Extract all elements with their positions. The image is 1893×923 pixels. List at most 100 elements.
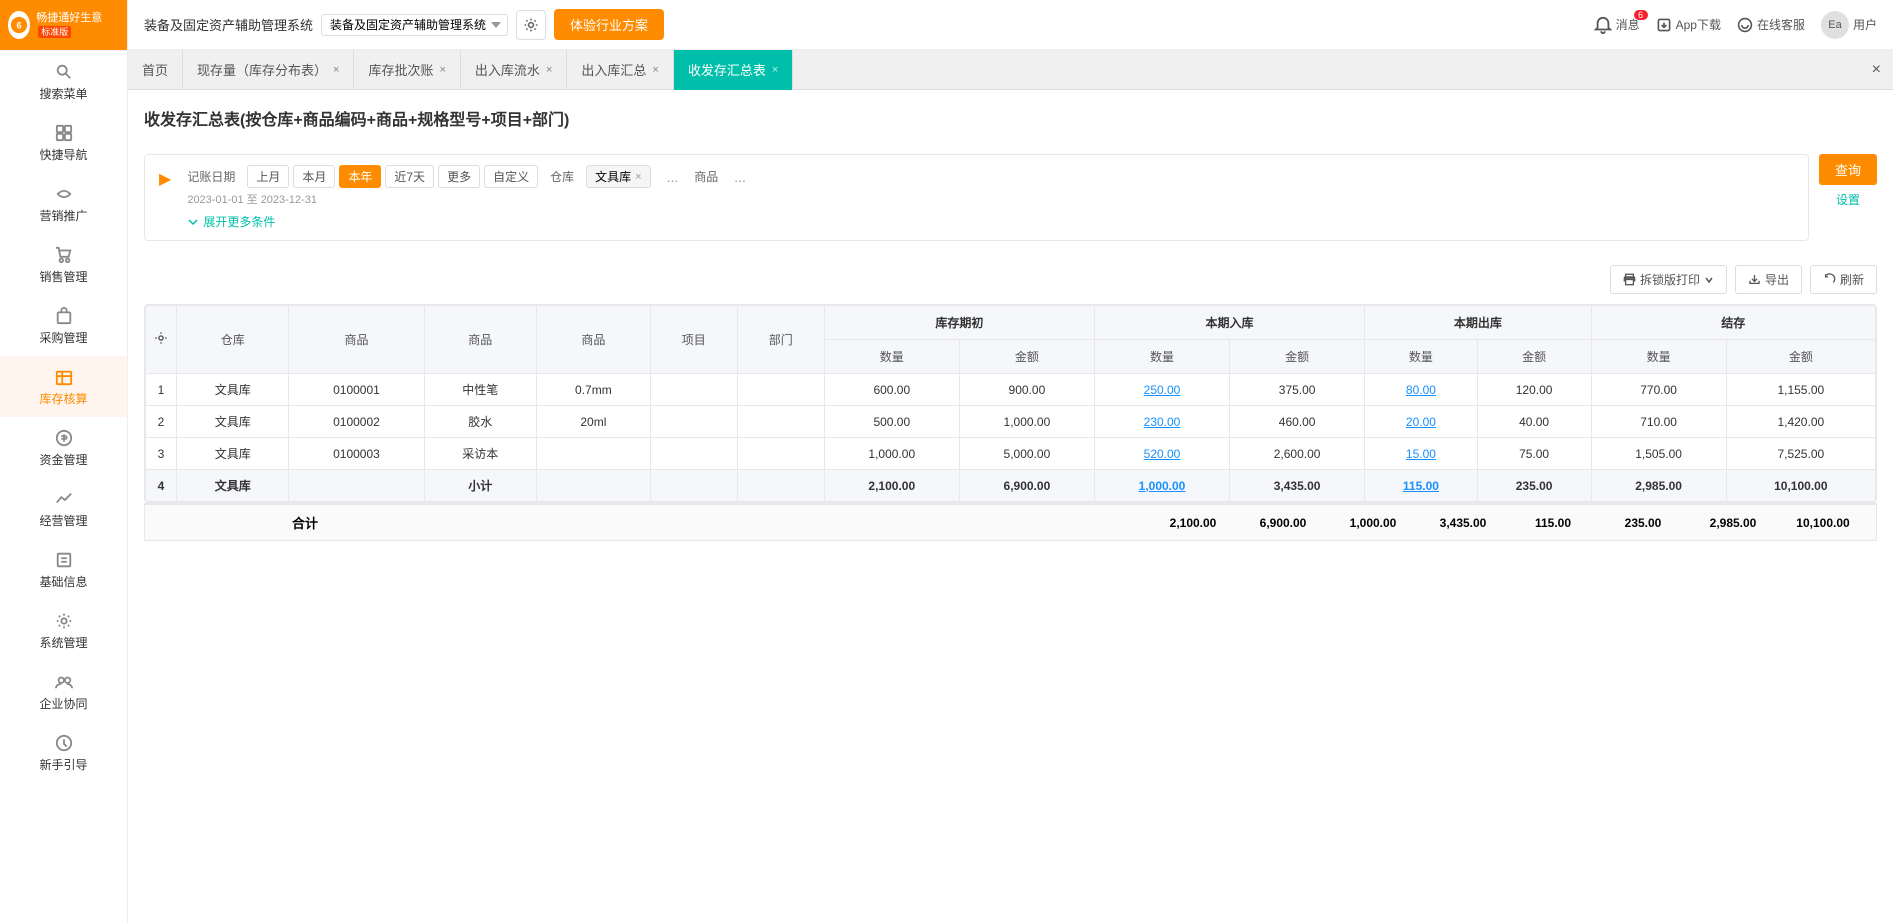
in-qty-link[interactable]: 250.00 bbox=[1094, 374, 1229, 406]
in-qty-link[interactable]: 520.00 bbox=[1094, 438, 1229, 470]
tab-close-flow[interactable]: × bbox=[546, 64, 552, 76]
warehouse-label: 仓库 bbox=[550, 168, 574, 185]
date-range: 2023-01-01 至 2023-12-31 bbox=[187, 191, 1794, 207]
sidebar-item-enterprise[interactable]: 企业协同 bbox=[0, 661, 127, 722]
subtotal-in-qty[interactable]: 1,000.00 bbox=[1094, 470, 1229, 502]
try-button[interactable]: 体验行业方案 bbox=[554, 9, 664, 40]
filter-bar: ▶ 记账日期 上月 本月 本年 近7天 更多 自定义 bbox=[144, 154, 1809, 241]
top-header: 装备及固定资产辅助管理系统 装备及固定资产辅助管理系统 体验行业方案 消息 6 … bbox=[128, 0, 1893, 50]
print-button[interactable]: 拆锁版打印 bbox=[1610, 265, 1727, 294]
sidebar-item-finance[interactable]: 资金管理 bbox=[0, 417, 127, 478]
th-open-qty: 数量 bbox=[824, 340, 959, 374]
query-button[interactable]: 查询 bbox=[1819, 154, 1877, 185]
expand-more-btn[interactable]: 展开更多条件 bbox=[187, 213, 1794, 230]
date-buttons: 上月 本月 本年 近7天 更多 自定义 bbox=[247, 165, 538, 188]
th-balance: 结存 bbox=[1591, 306, 1875, 340]
app-logo: 6 畅捷通好生意 标准版 bbox=[0, 0, 127, 50]
date-btn-this-year[interactable]: 本年 bbox=[339, 165, 381, 188]
in-qty-link[interactable]: 230.00 bbox=[1094, 406, 1229, 438]
sidebar-item-sales[interactable]: 销售管理 bbox=[0, 234, 127, 295]
footer-bal-qty: 2,985.00 bbox=[1688, 516, 1778, 530]
th-bal-qty: 数量 bbox=[1591, 340, 1726, 374]
sidebar-item-basic-info[interactable]: 基础信息 bbox=[0, 539, 127, 600]
logo-icon: 6 bbox=[8, 11, 30, 39]
th-out-amt: 金额 bbox=[1477, 340, 1591, 374]
tab-batch[interactable]: 库存批次账 × bbox=[354, 50, 460, 90]
tab-summary[interactable]: 出入库汇总 × bbox=[567, 50, 673, 90]
message-icon-item[interactable]: 消息 6 bbox=[1594, 16, 1640, 34]
sidebar: 6 畅捷通好生意 标准版 搜索菜单 快捷导航 营销推广 销售管理 采购管理 库存… bbox=[0, 0, 128, 923]
tab-close-inventory-dist[interactable]: × bbox=[333, 64, 339, 76]
th-code: 商品 bbox=[289, 306, 424, 374]
tabs-bar: 首页 现存量（库存分布表） × 库存批次账 × 出入库流水 × 出入库汇总 × … bbox=[128, 50, 1893, 90]
tab-collection[interactable]: 收发存汇总表 × bbox=[674, 50, 793, 90]
tab-home[interactable]: 首页 bbox=[128, 50, 183, 90]
footer-in-qty: 1,000.00 bbox=[1328, 516, 1418, 530]
sidebar-item-quick-nav[interactable]: 快捷导航 bbox=[0, 112, 127, 173]
th-in-stock: 本期入库 bbox=[1094, 306, 1364, 340]
sidebar-item-system[interactable]: 系统管理 bbox=[0, 600, 127, 661]
date-btn-7days[interactable]: 近7天 bbox=[385, 165, 434, 188]
footer-total-label: 合计 bbox=[145, 513, 465, 532]
date-btn-custom[interactable]: 自定义 bbox=[484, 165, 538, 188]
warehouse-more[interactable]: ... bbox=[663, 169, 683, 185]
subtotal-out-qty[interactable]: 115.00 bbox=[1365, 470, 1477, 502]
online-service-item[interactable]: 在线客服 bbox=[1737, 16, 1805, 33]
out-qty-link[interactable]: 20.00 bbox=[1365, 406, 1477, 438]
th-bal-amt: 金额 bbox=[1726, 340, 1875, 374]
export-button[interactable]: 导出 bbox=[1735, 265, 1802, 294]
date-btn-last-month[interactable]: 上月 bbox=[247, 165, 289, 188]
footer-in-amt: 3,435.00 bbox=[1418, 516, 1508, 530]
close-all-button[interactable]: × bbox=[1860, 61, 1893, 79]
footer-out-amt: 235.00 bbox=[1598, 516, 1688, 530]
product-more[interactable]: ... bbox=[730, 169, 750, 185]
sidebar-item-search[interactable]: 搜索菜单 bbox=[0, 50, 127, 112]
th-out-qty: 数量 bbox=[1365, 340, 1477, 374]
th-in-qty: 数量 bbox=[1094, 340, 1229, 374]
sidebar-item-inventory[interactable]: 库存核算 bbox=[0, 356, 127, 417]
svg-text:6: 6 bbox=[17, 21, 22, 31]
footer-bal-amt: 10,100.00 bbox=[1778, 516, 1868, 530]
date-btn-this-month[interactable]: 本月 bbox=[293, 165, 335, 188]
sidebar-item-operations[interactable]: 经营管理 bbox=[0, 478, 127, 539]
table-row: 1 文具库 0100001 中性笔 0.7mm 600.00 900.00 25… bbox=[146, 374, 1876, 406]
app-download-item[interactable]: App下载 bbox=[1656, 16, 1721, 33]
system-title: 装备及固定资产辅助管理系统 bbox=[144, 15, 313, 34]
tab-inventory-dist[interactable]: 现存量（库存分布表） × bbox=[183, 50, 354, 90]
main-area: 装备及固定资产辅助管理系统 装备及固定资产辅助管理系统 体验行业方案 消息 6 … bbox=[128, 0, 1893, 923]
table-row: 2 文具库 0100002 胶水 20ml 500.00 1,000.00 23… bbox=[146, 406, 1876, 438]
page-content: 收发存汇总表(按仓库+商品编码+商品+规格型号+项目+部门) ▶ 记账日期 上月… bbox=[128, 90, 1893, 923]
th-warehouse: 仓库 bbox=[177, 306, 289, 374]
th-dept: 部门 bbox=[737, 306, 824, 374]
data-table: 仓库 商品 商品 商品 项目 部门 库存期初 本期入库 本期出库 结存 bbox=[144, 304, 1877, 503]
tab-close-collection[interactable]: × bbox=[772, 64, 778, 76]
system-select[interactable]: 装备及固定资产辅助管理系统 bbox=[321, 14, 508, 36]
user-item[interactable]: Ea 用户 bbox=[1821, 11, 1877, 39]
out-qty-link[interactable]: 15.00 bbox=[1365, 438, 1477, 470]
tab-close-batch[interactable]: × bbox=[439, 64, 445, 76]
product-label: 商品 bbox=[694, 168, 718, 185]
refresh-button[interactable]: 刷新 bbox=[1810, 265, 1877, 294]
sidebar-item-purchase[interactable]: 采购管理 bbox=[0, 295, 127, 356]
sidebar-item-guide[interactable]: 新手引导 bbox=[0, 722, 127, 783]
th-spec: 商品 bbox=[536, 306, 650, 374]
tab-close-summary[interactable]: × bbox=[652, 64, 658, 76]
date-btn-more[interactable]: 更多 bbox=[438, 165, 480, 188]
filter-expand-arrow[interactable]: ▶ bbox=[159, 169, 171, 189]
table-row: 3 文具库 0100003 采访本 1,000.00 5,000.00 520.… bbox=[146, 438, 1876, 470]
th-open-amt: 金额 bbox=[959, 340, 1094, 374]
th-in-amt: 金额 bbox=[1230, 340, 1365, 374]
settings-link[interactable]: 设置 bbox=[1819, 191, 1877, 208]
out-qty-link[interactable]: 80.00 bbox=[1365, 374, 1477, 406]
tab-flow[interactable]: 出入库流水 × bbox=[461, 50, 567, 90]
page-title: 收发存汇总表(按仓库+商品编码+商品+规格型号+项目+部门) bbox=[144, 106, 1877, 140]
table-settings-header[interactable] bbox=[146, 306, 177, 374]
table-subtotal-row: 4 文具库 小计 2,100.00 6,900.00 1,000.00 3,43… bbox=[146, 470, 1876, 502]
settings-button[interactable] bbox=[516, 10, 546, 40]
date-label: 记账日期 bbox=[187, 168, 235, 185]
footer-out-qty: 115.00 bbox=[1508, 516, 1598, 530]
th-out-stock: 本期出库 bbox=[1365, 306, 1591, 340]
warehouse-tag-close[interactable]: × bbox=[635, 171, 641, 183]
sidebar-item-marketing[interactable]: 营销推广 bbox=[0, 173, 127, 234]
footer-open-amt: 6,900.00 bbox=[1238, 516, 1328, 530]
